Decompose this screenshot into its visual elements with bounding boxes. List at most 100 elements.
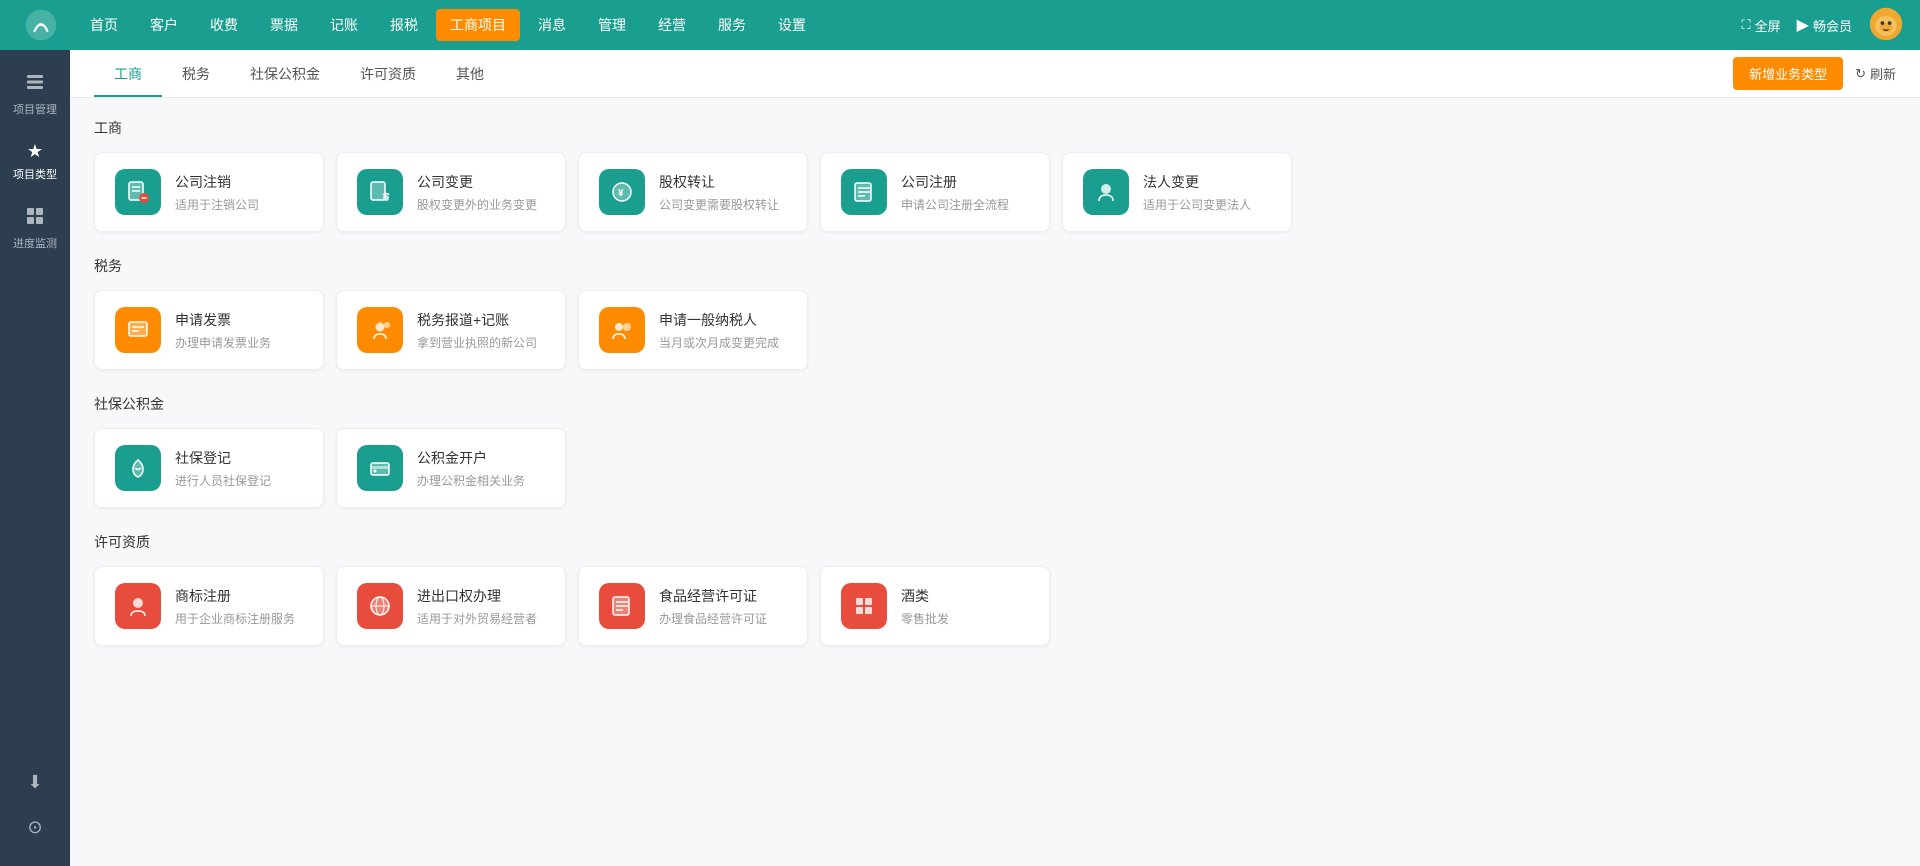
card-info-company-register: 公司注册 申请公司注册全流程	[901, 172, 1009, 213]
nav-manage[interactable]: 管理	[584, 9, 640, 41]
main-content: 工商 税务 社保公积金 许可资质 其他 新增业务类型 ↻ 刷新 工商	[70, 50, 1920, 866]
card-info-food-license: 食品经营许可证 办理食品经营许可证	[659, 586, 767, 627]
card-info-equity-transfer: 股权转让 公司变更需要股权转让	[659, 172, 779, 213]
tab-industry[interactable]: 工商	[94, 52, 162, 96]
card-desc-tax-report: 拿到营业执照的新公司	[417, 334, 537, 351]
nav-right: ⛶ 全屏 ▶ 畅会员	[1742, 6, 1904, 45]
card-info-tax-report: 税务报道+记账 拿到营业执照的新公司	[417, 310, 537, 351]
card-title-equity-transfer: 股权转让	[659, 172, 779, 192]
sidebar-item-progress[interactable]: 进度监测	[0, 194, 70, 263]
card-title-company-register: 公司注册	[901, 172, 1009, 192]
section-title-license: 许可资质	[94, 532, 1896, 552]
nav-menu: 首页 客户 收费 票据 记账 报税 工商项目 消息 管理 经营 服务 设置	[76, 9, 1742, 41]
card-desc-company-cancel: 适用于注销公司	[175, 196, 259, 213]
card-info-apply-invoice: 申请发票 办理申请发票业务	[175, 310, 271, 351]
card-social-register[interactable]: 社保登记 进行人员社保登记	[94, 428, 324, 508]
tab-license[interactable]: 许可资质	[340, 52, 436, 96]
card-alcohol[interactable]: 酒类 零售批发	[820, 566, 1050, 646]
card-desc-general-taxpayer: 当月或次月成变更完成	[659, 334, 779, 351]
sidebar-label-project-manage: 项目管理	[13, 101, 57, 117]
card-company-change[interactable]: 公司变更 股权变更外的业务变更	[336, 152, 566, 232]
card-icon-import-export	[357, 583, 403, 629]
card-food-license[interactable]: 食品经营许可证 办理食品经营许可证	[578, 566, 808, 646]
card-title-company-cancel: 公司注销	[175, 172, 259, 192]
card-desc-import-export: 适用于对外贸易经营者	[417, 610, 537, 627]
nav-message[interactable]: 消息	[524, 9, 580, 41]
tab-social[interactable]: 社保公积金	[230, 52, 340, 96]
card-icon-company-cancel	[115, 169, 161, 215]
card-info-trademark: 商标注册 用于企业商标注册服务	[175, 586, 295, 627]
top-navigation: 首页 客户 收费 票据 记账 报税 工商项目 消息 管理 经营 服务 设置 ⛶ …	[0, 0, 1920, 50]
nav-fee[interactable]: 收费	[196, 9, 252, 41]
nav-service[interactable]: 服务	[704, 9, 760, 41]
sidebar-settings[interactable]: ⊙	[0, 805, 70, 850]
social-cards: 社保登记 进行人员社保登记 公积金开户 办理公积金相关业务	[94, 428, 1896, 508]
logo	[16, 8, 66, 42]
nav-industry[interactable]: 工商项目	[436, 9, 520, 41]
card-title-import-export: 进出口权办理	[417, 586, 537, 606]
card-title-tax-report: 税务报道+记账	[417, 310, 537, 330]
card-equity-transfer[interactable]: ¥ 股权转让 公司变更需要股权转让	[578, 152, 808, 232]
card-title-general-taxpayer: 申请一般纳税人	[659, 310, 779, 330]
card-icon-general-taxpayer	[599, 307, 645, 353]
sidebar-download[interactable]: ⬇	[0, 760, 70, 805]
sidebar-item-project-type[interactable]: ★ 项目类型	[0, 129, 70, 194]
card-title-trademark: 商标注册	[175, 586, 295, 606]
card-info-company-change: 公司变更 股权变更外的业务变更	[417, 172, 537, 213]
sidebar-bottom: ⬇ ⊙	[0, 760, 70, 866]
card-icon-fund-open	[357, 445, 403, 491]
card-icon-tax-report	[357, 307, 403, 353]
card-desc-company-register: 申请公司注册全流程	[901, 196, 1009, 213]
card-icon-food-license	[599, 583, 645, 629]
card-fund-open[interactable]: 公积金开户 办理公积金相关业务	[336, 428, 566, 508]
tab-tax[interactable]: 税务	[162, 52, 230, 96]
nav-operation[interactable]: 经营	[644, 9, 700, 41]
tab-bar: 工商 税务 社保公积金 许可资质 其他 新增业务类型 ↻ 刷新	[70, 50, 1920, 98]
sidebar-item-project-manage[interactable]: 项目管理	[0, 60, 70, 129]
settings-icon: ⊙	[27, 817, 42, 838]
card-desc-alcohol: 零售批发	[901, 610, 949, 627]
card-desc-food-license: 办理食品经营许可证	[659, 610, 767, 627]
card-icon-equity-transfer: ¥	[599, 169, 645, 215]
card-title-alcohol: 酒类	[901, 586, 949, 606]
card-apply-invoice[interactable]: 申请发票 办理申请发票业务	[94, 290, 324, 370]
card-company-cancel[interactable]: 公司注销 适用于注销公司	[94, 152, 324, 232]
nav-home[interactable]: 首页	[76, 9, 132, 41]
add-type-button[interactable]: 新增业务类型	[1733, 57, 1843, 90]
card-tax-report[interactable]: 税务报道+记账 拿到营业执照的新公司	[336, 290, 566, 370]
card-info-company-cancel: 公司注销 适用于注销公司	[175, 172, 259, 213]
refresh-label: 刷新	[1870, 64, 1896, 83]
section-title-social: 社保公积金	[94, 394, 1896, 414]
card-info-general-taxpayer: 申请一般纳税人 当月或次月成变更完成	[659, 310, 779, 351]
card-info-fund-open: 公积金开户 办理公积金相关业务	[417, 448, 525, 489]
project-manage-icon	[25, 72, 45, 97]
refresh-button[interactable]: ↻ 刷新	[1855, 64, 1896, 83]
sidebar: 项目管理 ★ 项目类型 进度监测 ⬇ ⊙	[0, 50, 70, 866]
card-info-social-register: 社保登记 进行人员社保登记	[175, 448, 271, 489]
user-avatar[interactable]	[1868, 6, 1904, 45]
card-icon-alcohol	[841, 583, 887, 629]
card-desc-legal-change: 适用于公司变更法人	[1143, 196, 1251, 213]
nav-accounting[interactable]: 记账	[316, 9, 372, 41]
card-title-apply-invoice: 申请发票	[175, 310, 271, 330]
fullscreen-button[interactable]: ⛶ 全屏	[1742, 16, 1781, 35]
nav-customer[interactable]: 客户	[136, 9, 192, 41]
card-import-export[interactable]: 进出口权办理 适用于对外贸易经营者	[336, 566, 566, 646]
content-area: 工商 公司注销 适用于注销公司	[70, 98, 1920, 866]
nav-invoice[interactable]: 票据	[256, 9, 312, 41]
card-legal-change[interactable]: 法人变更 适用于公司变更法人	[1062, 152, 1292, 232]
refresh-icon: ↻	[1855, 66, 1866, 82]
card-desc-trademark: 用于企业商标注册服务	[175, 610, 295, 627]
card-desc-apply-invoice: 办理申请发票业务	[175, 334, 271, 351]
card-info-import-export: 进出口权办理 适用于对外贸易经营者	[417, 586, 537, 627]
card-company-register[interactable]: 公司注册 申请公司注册全流程	[820, 152, 1050, 232]
project-type-icon: ★	[27, 141, 43, 162]
nav-settings[interactable]: 设置	[764, 9, 820, 41]
nav-tax[interactable]: 报税	[376, 9, 432, 41]
tab-other[interactable]: 其他	[436, 52, 504, 96]
vip-label: 畅会员	[1813, 16, 1852, 35]
card-icon-company-register	[841, 169, 887, 215]
card-general-taxpayer[interactable]: 申请一般纳税人 当月或次月成变更完成	[578, 290, 808, 370]
vip-button[interactable]: ▶ 畅会员	[1797, 15, 1852, 35]
card-trademark[interactable]: 商标注册 用于企业商标注册服务	[94, 566, 324, 646]
